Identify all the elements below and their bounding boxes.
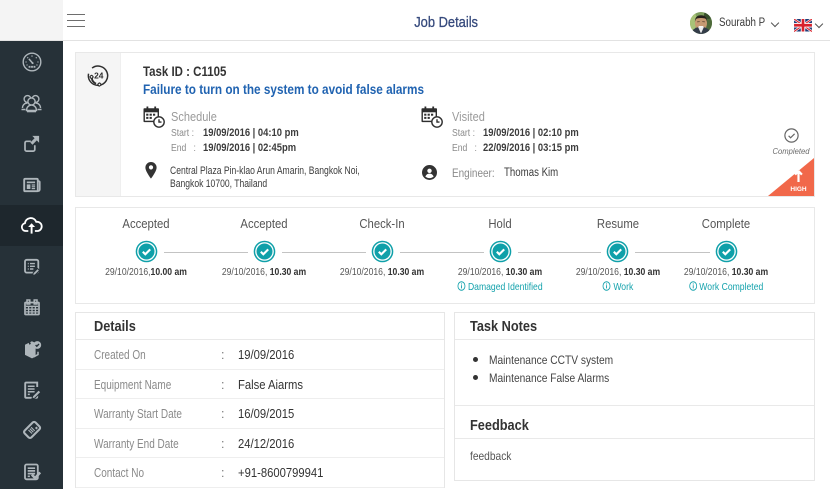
svg-text:24: 24 <box>94 71 104 81</box>
